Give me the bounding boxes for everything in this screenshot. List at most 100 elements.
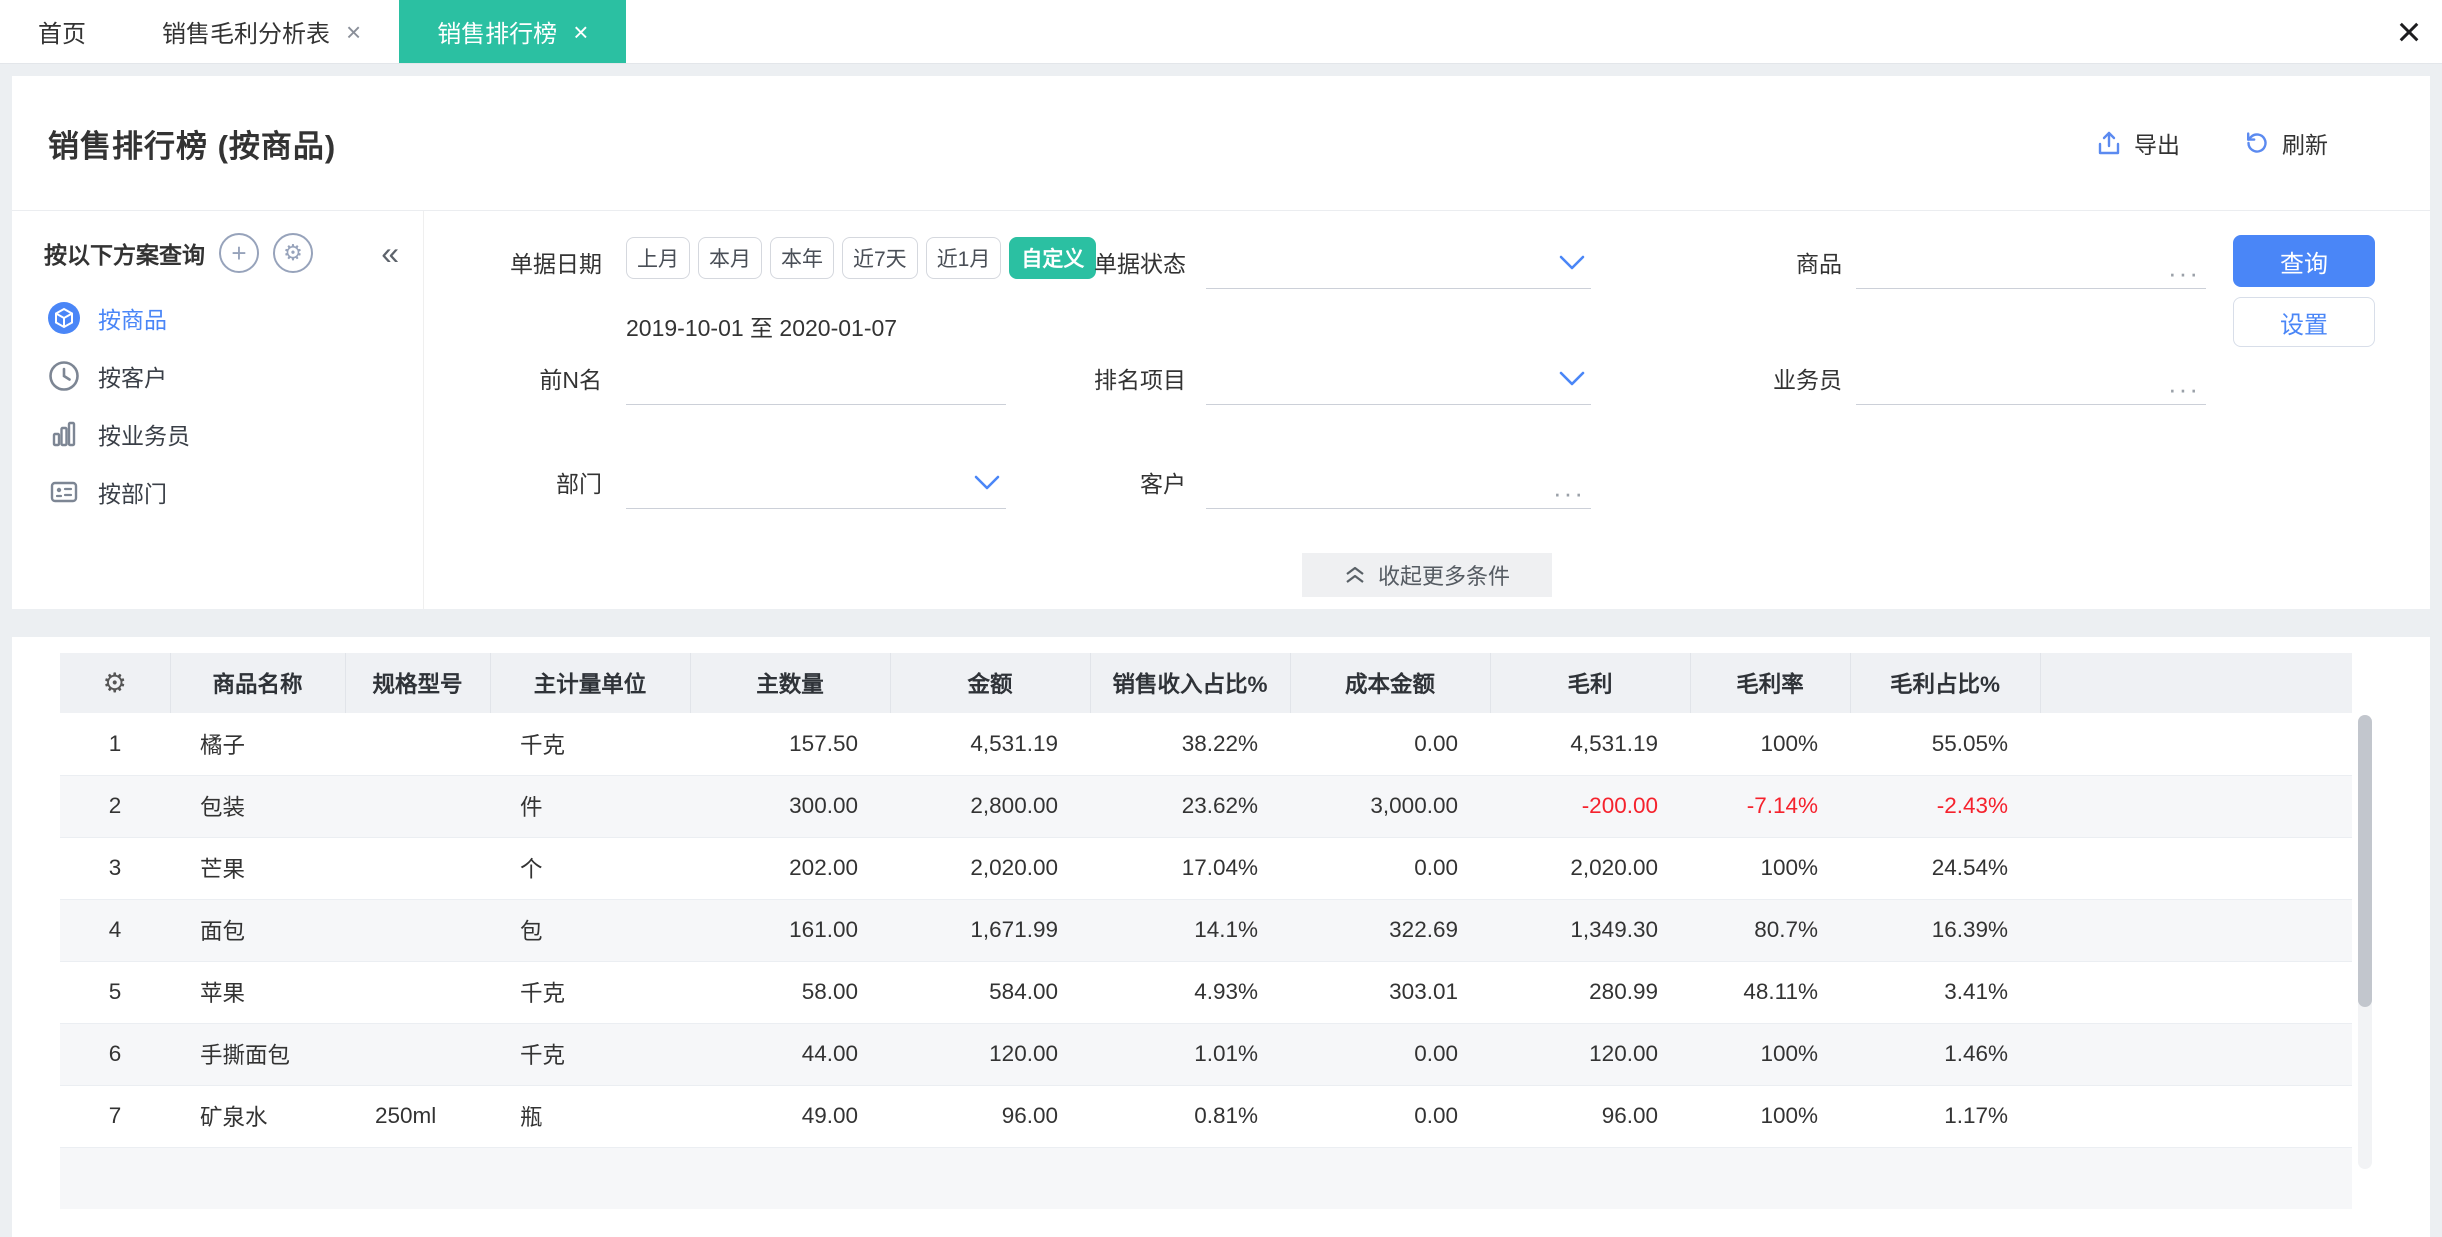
cell-profit-pct: 3.41% — [1850, 961, 2040, 1024]
tab-sales-ranking[interactable]: 销售排行榜 × — [399, 0, 627, 63]
sidebar-item-by-customer[interactable]: 按客户 — [38, 347, 407, 405]
ellipsis-icon[interactable]: ··· — [2168, 260, 2200, 286]
date-quick-this-year[interactable]: 本年 — [770, 237, 834, 279]
table-row[interactable]: 6 手撕面包 千克 44.00 120.00 1.01% 0.00 120.00 100% 1.4… — [60, 1023, 2352, 1086]
date-quick-last-7-days[interactable]: 近7天 — [842, 237, 918, 279]
collapse-conditions-button[interactable]: 收起更多条件 — [1302, 553, 1552, 597]
table-body: 1 橘子 千克 157.50 4,531.19 38.22% 0.00 4,531.19 100… — [60, 713, 2352, 1209]
query-button[interactable]: 查询 — [2233, 235, 2375, 287]
column-header[interactable]: 销售收入占比% — [1090, 653, 1291, 713]
column-header[interactable]: 毛利 — [1490, 653, 1691, 713]
cell-filler — [2040, 713, 2352, 776]
cell-row-index: 3 — [60, 837, 170, 900]
bar-chart-icon — [52, 421, 76, 447]
app-window: 首页 销售毛利分析表 × 销售排行榜 × × 销售排行榜 (按商品) 导出 刷新… — [0, 0, 2442, 1237]
tab-home[interactable]: 首页 — [0, 0, 124, 63]
cell-revenue-pct: 4.93% — [1090, 961, 1290, 1024]
cell-revenue-pct: 1.01% — [1090, 1023, 1290, 1086]
cell-filler — [60, 1147, 2352, 1209]
collapse-sidebar-icon[interactable]: « — [381, 235, 407, 272]
cell-product-name: 芒果 — [170, 837, 345, 900]
table-scrollbar-thumb[interactable] — [2358, 715, 2372, 1007]
tab-close-icon[interactable]: × — [346, 19, 361, 45]
column-settings-gear-icon[interactable]: ⚙ — [60, 653, 171, 713]
sidebar-item-by-department[interactable]: 按部门 — [38, 463, 407, 521]
table-row[interactable]: 7 矿泉水 250ml 瓶 49.00 96.00 0.81% 0.00 96.00 100% 1.… — [60, 1085, 2352, 1148]
add-scheme-button[interactable]: + — [219, 233, 259, 273]
date-range-value[interactable]: 2019-10-01 至 2020-01-07 — [626, 309, 897, 343]
column-header[interactable]: 主计量单位 — [490, 653, 691, 713]
customer-filter-label: 客户 — [1140, 471, 1186, 497]
table-header-row: ⚙ 商品名称 规格型号 主计量单位 主数量 金额 销售收入占比% 成本金额 毛利… — [60, 653, 2352, 713]
cell-unit: 个 — [490, 837, 690, 900]
cell-profit-pct: -2.43% — [1850, 775, 2040, 838]
date-quick-last-1-month[interactable]: 近1月 — [925, 237, 1002, 279]
scheme-sidebar: 按以下方案查询 + ⚙ « 按商品 按客户 按业务员 按部门 — [12, 211, 424, 609]
cell-filler — [2040, 1023, 2352, 1086]
status-filter-label: 单据状态 — [1094, 251, 1186, 277]
cell-cost: 0.00 — [1290, 1023, 1490, 1086]
tab-label: 销售毛利分析表 — [162, 21, 330, 48]
refresh-label: 刷新 — [2282, 132, 2328, 158]
scheme-settings-button[interactable]: ⚙ — [273, 233, 313, 273]
table-row[interactable]: 2 包装件 300.00 2,800.00 23.62% 3,000.00 -200.00-… — [60, 775, 2352, 838]
column-header[interactable]: 毛利占比% — [1850, 653, 2041, 713]
cell-cost: 0.00 — [1290, 1085, 1490, 1148]
column-header[interactable]: 金额 — [890, 653, 1091, 713]
ranking-table: ⚙ 商品名称 规格型号 主计量单位 主数量 金额 销售收入占比% 成本金额 毛利… — [60, 653, 2352, 1209]
table-row[interactable]: 3 芒果个 202.00 2,020.00 17.04% 0.00 2,020.00 100%… — [60, 837, 2352, 900]
date-filter-label: 单据日期 — [510, 251, 602, 277]
ellipsis-icon[interactable]: ··· — [1553, 480, 1585, 506]
column-header[interactable]: 主数量 — [690, 653, 891, 713]
top-n-filter-input[interactable] — [626, 355, 1006, 405]
table-scrollbar[interactable] — [2358, 715, 2372, 1169]
column-header[interactable]: 毛利率 — [1690, 653, 1851, 713]
cell-profit-pct: 24.54% — [1850, 837, 2040, 900]
sidebar-title: 按以下方案查询 — [44, 242, 205, 268]
upper-body: 按以下方案查询 + ⚙ « 按商品 按客户 按业务员 按部门 单据日期 上月 本… — [12, 211, 2430, 609]
tab-gross-profit-analysis[interactable]: 销售毛利分析表 × — [124, 0, 399, 63]
cell-unit: 千克 — [490, 713, 690, 776]
export-label: 导出 — [2134, 132, 2180, 158]
column-header[interactable]: 商品名称 — [170, 653, 346, 713]
window-close-icon[interactable]: × — [2376, 0, 2442, 63]
cell-profit-rate: 80.7% — [1690, 899, 1850, 962]
customer-filter-input[interactable]: ··· — [1206, 459, 1591, 509]
cell-qty: 161.00 — [690, 899, 890, 962]
table-row[interactable]: 4 面包 包 161.00 1,671.99 14.1% 322.69 1,349.30 80.… — [60, 899, 2352, 962]
column-header-filler — [2040, 653, 2352, 713]
table-row[interactable]: 5 苹果 千克 58.00 584.00 4.93% 303.01 280.99 48.11% 3… — [60, 961, 2352, 1024]
cell-qty: 202.00 — [690, 837, 890, 900]
export-button[interactable]: 导出 — [2096, 126, 2180, 160]
plus-icon: + — [231, 238, 247, 268]
rank-item-filter-select[interactable] — [1206, 355, 1591, 405]
salesperson-filter-input[interactable]: ··· — [1856, 355, 2206, 405]
cell-spec — [345, 1023, 490, 1086]
date-quick-last-month[interactable]: 上月 — [626, 237, 690, 279]
cell-product-name: 矿泉水 — [170, 1085, 345, 1148]
sidebar-item-by-product[interactable]: 按商品 — [38, 289, 407, 347]
refresh-button[interactable]: 刷新 — [2244, 126, 2328, 160]
product-filter-input[interactable]: ··· — [1856, 239, 2206, 289]
status-filter-select[interactable] — [1206, 239, 1591, 289]
rank-item-filter-label: 排名项目 — [1094, 367, 1186, 393]
table-row[interactable]: 1 橘子 千克 157.50 4,531.19 38.22% 0.00 4,531.19 100… — [60, 713, 2352, 776]
cell-profit-rate: 100% — [1690, 1023, 1850, 1086]
column-header[interactable]: 规格型号 — [345, 653, 491, 713]
cell-filler — [2040, 961, 2352, 1024]
table-row-partial — [60, 1147, 2352, 1209]
salesperson-filter-label: 业务员 — [1773, 367, 1842, 393]
collapse-conditions-label: 收起更多条件 — [1377, 564, 1510, 589]
department-filter-select[interactable] — [626, 459, 1006, 509]
cell-profit: 4,531.19 — [1490, 713, 1690, 776]
tab-close-icon[interactable]: × — [573, 19, 588, 45]
ellipsis-icon[interactable]: ··· — [2168, 376, 2200, 402]
cell-row-index: 6 — [60, 1023, 170, 1086]
settings-button[interactable]: 设置 — [2233, 297, 2375, 347]
cell-amount: 96.00 — [890, 1085, 1090, 1148]
cell-cost: 3,000.00 — [1290, 775, 1490, 838]
date-quick-this-month[interactable]: 本月 — [698, 237, 762, 279]
sidebar-item-by-salesperson[interactable]: 按业务员 — [38, 405, 407, 463]
cell-row-index: 1 — [60, 713, 170, 776]
column-header[interactable]: 成本金额 — [1290, 653, 1491, 713]
